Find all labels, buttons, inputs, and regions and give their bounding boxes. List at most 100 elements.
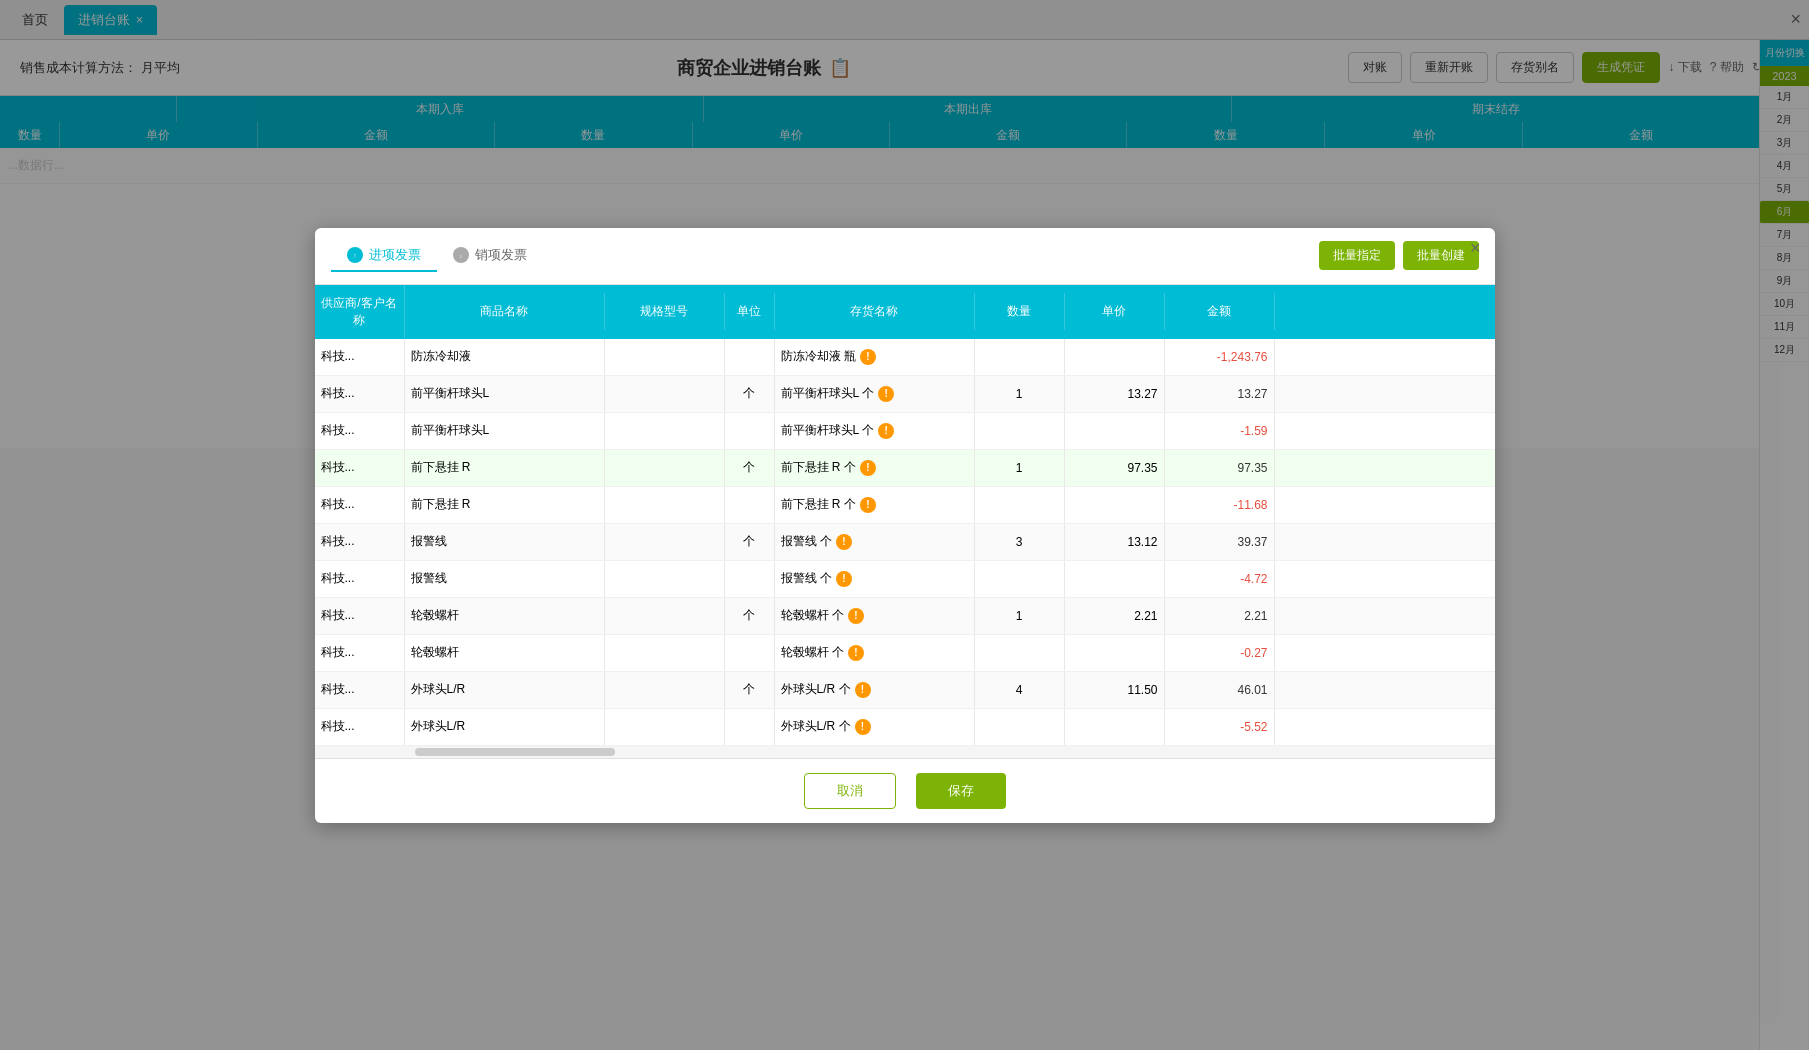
col-inventory-header: 存货名称 bbox=[775, 293, 975, 330]
cell-inventory: 外球头L/R 个 ! bbox=[775, 672, 975, 708]
warning-icon: ! bbox=[855, 719, 871, 735]
cell-qty: 3 bbox=[975, 524, 1065, 560]
scroll-thumb[interactable] bbox=[415, 748, 615, 756]
warning-icon: ! bbox=[855, 682, 871, 698]
col-amount-header: 金额 bbox=[1165, 293, 1275, 330]
tab-input-invoice[interactable]: ↑ 进项发票 bbox=[331, 240, 437, 272]
cell-qty: 1 bbox=[975, 376, 1065, 412]
warning-icon: ! bbox=[860, 460, 876, 476]
cell-product: 外球头L/R bbox=[405, 672, 605, 708]
cell-qty bbox=[975, 635, 1065, 671]
modal-overlay: ↑ 进项发票 ↓ 销项发票 批量指定 批量创建 × bbox=[0, 0, 1809, 1050]
cell-supplier: 科技... bbox=[315, 635, 405, 671]
table-row[interactable]: 科技... 前下悬挂 R 个 前下悬挂 R 个 ! 1 97.35 97.35 bbox=[315, 450, 1495, 487]
cell-amount: 13.27 bbox=[1165, 376, 1275, 412]
cell-spec bbox=[605, 524, 725, 560]
warning-icon: ! bbox=[878, 386, 894, 402]
warning-icon: ! bbox=[836, 534, 852, 550]
cell-unit: 个 bbox=[725, 450, 775, 486]
cell-inventory: 前平衡杆球头L 个 ! bbox=[775, 376, 975, 412]
table-row[interactable]: 科技... 外球头L/R 外球头L/R 个 ! -5.52 bbox=[315, 709, 1495, 746]
save-button[interactable]: 保存 bbox=[916, 773, 1006, 809]
cell-qty: 4 bbox=[975, 672, 1065, 708]
dialog: ↑ 进项发票 ↓ 销项发票 批量指定 批量创建 × bbox=[315, 228, 1495, 823]
scroll-area[interactable] bbox=[315, 746, 1495, 758]
table-row[interactable]: 科技... 前平衡杆球头L 前平衡杆球头L 个 ! -1.59 bbox=[315, 413, 1495, 450]
cell-price bbox=[1065, 487, 1165, 523]
cell-product: 报警线 bbox=[405, 561, 605, 597]
table-row[interactable]: 科技... 外球头L/R 个 外球头L/R 个 ! 4 11.50 46.01 bbox=[315, 672, 1495, 709]
main-content: 销售成本计算方法： 月平均 商贸企业进销台账 📋 对账 重新开账 存货别名 生成… bbox=[0, 40, 1809, 1050]
cell-qty: 1 bbox=[975, 598, 1065, 634]
col-price-header: 单价 bbox=[1065, 293, 1165, 330]
tab-output-invoice[interactable]: ↓ 销项发票 bbox=[437, 240, 543, 272]
batch-assign-button[interactable]: 批量指定 bbox=[1319, 241, 1395, 270]
col-spec-header: 规格型号 bbox=[605, 293, 725, 330]
dialog-header-actions: 批量指定 批量创建 bbox=[1319, 241, 1479, 270]
cell-product: 前平衡杆球头L bbox=[405, 376, 605, 412]
cell-supplier: 科技... bbox=[315, 376, 405, 412]
cell-spec bbox=[605, 635, 725, 671]
table-row[interactable]: 科技... 报警线 报警线 个 ! -4.72 bbox=[315, 561, 1495, 598]
cell-qty bbox=[975, 413, 1065, 449]
cell-unit: 个 bbox=[725, 524, 775, 560]
cell-spec bbox=[605, 450, 725, 486]
cell-amount: -11.68 bbox=[1165, 487, 1275, 523]
warning-icon: ! bbox=[860, 497, 876, 513]
cell-inventory: 外球头L/R 个 ! bbox=[775, 709, 975, 745]
cell-price bbox=[1065, 635, 1165, 671]
cell-spec bbox=[605, 598, 725, 634]
cell-spec bbox=[605, 339, 725, 375]
cell-inventory: 报警线 个 ! bbox=[775, 524, 975, 560]
cell-spec bbox=[605, 376, 725, 412]
cell-supplier: 科技... bbox=[315, 672, 405, 708]
cell-qty bbox=[975, 709, 1065, 745]
cell-price: 13.12 bbox=[1065, 524, 1165, 560]
dialog-tabs: ↑ 进项发票 ↓ 销项发票 bbox=[331, 240, 543, 272]
cell-product: 前平衡杆球头L bbox=[405, 413, 605, 449]
cell-unit bbox=[725, 561, 775, 597]
dialog-footer: 取消 保存 bbox=[315, 758, 1495, 823]
cell-product: 报警线 bbox=[405, 524, 605, 560]
cell-amount: -4.72 bbox=[1165, 561, 1275, 597]
dialog-table-header: 供应商/客户名称 商品名称 规格型号 单位 存货名称 数量 单价 金额 bbox=[315, 285, 1495, 339]
cell-unit: 个 bbox=[725, 672, 775, 708]
table-row[interactable]: 科技... 前下悬挂 R 前下悬挂 R 个 ! -11.68 bbox=[315, 487, 1495, 524]
cell-price: 2.21 bbox=[1065, 598, 1165, 634]
cancel-button[interactable]: 取消 bbox=[804, 773, 896, 809]
cell-unit bbox=[725, 709, 775, 745]
cell-inventory: 轮毂螺杆 个 ! bbox=[775, 598, 975, 634]
cell-amount: 46.01 bbox=[1165, 672, 1275, 708]
cell-supplier: 科技... bbox=[315, 598, 405, 634]
batch-create-button[interactable]: 批量创建 bbox=[1403, 241, 1479, 270]
warning-icon: ! bbox=[878, 423, 894, 439]
cell-unit bbox=[725, 413, 775, 449]
warning-icon: ! bbox=[860, 349, 876, 365]
cell-amount: 97.35 bbox=[1165, 450, 1275, 486]
cell-spec bbox=[605, 709, 725, 745]
table-row[interactable]: 科技... 报警线 个 报警线 个 ! 3 13.12 39.37 bbox=[315, 524, 1495, 561]
cell-product: 防冻冷却液 bbox=[405, 339, 605, 375]
cell-supplier: 科技... bbox=[315, 339, 405, 375]
table-row[interactable]: 科技... 前平衡杆球头L 个 前平衡杆球头L 个 ! 1 13.27 13.2… bbox=[315, 376, 1495, 413]
cell-unit bbox=[725, 339, 775, 375]
table-row[interactable]: 科技... 防冻冷却液 防冻冷却液 瓶 ! -1,243.76 bbox=[315, 339, 1495, 376]
cell-product: 轮毂螺杆 bbox=[405, 598, 605, 634]
warning-icon: ! bbox=[848, 645, 864, 661]
cell-spec bbox=[605, 672, 725, 708]
cell-amount: -0.27 bbox=[1165, 635, 1275, 671]
svg-text:↑: ↑ bbox=[353, 252, 357, 259]
cell-unit: 个 bbox=[725, 598, 775, 634]
cell-price bbox=[1065, 561, 1165, 597]
table-row[interactable]: 科技... 轮毂螺杆 个 轮毂螺杆 个 ! 1 2.21 2.21 bbox=[315, 598, 1495, 635]
cell-unit bbox=[725, 487, 775, 523]
col-qty-header: 数量 bbox=[975, 293, 1065, 330]
cell-price bbox=[1065, 339, 1165, 375]
cell-unit: 个 bbox=[725, 376, 775, 412]
cell-supplier: 科技... bbox=[315, 413, 405, 449]
cell-price: 11.50 bbox=[1065, 672, 1165, 708]
warning-icon: ! bbox=[848, 608, 864, 624]
table-row[interactable]: 科技... 轮毂螺杆 轮毂螺杆 个 ! -0.27 bbox=[315, 635, 1495, 672]
dialog-close-button[interactable]: × bbox=[1470, 238, 1481, 259]
cell-supplier: 科技... bbox=[315, 524, 405, 560]
